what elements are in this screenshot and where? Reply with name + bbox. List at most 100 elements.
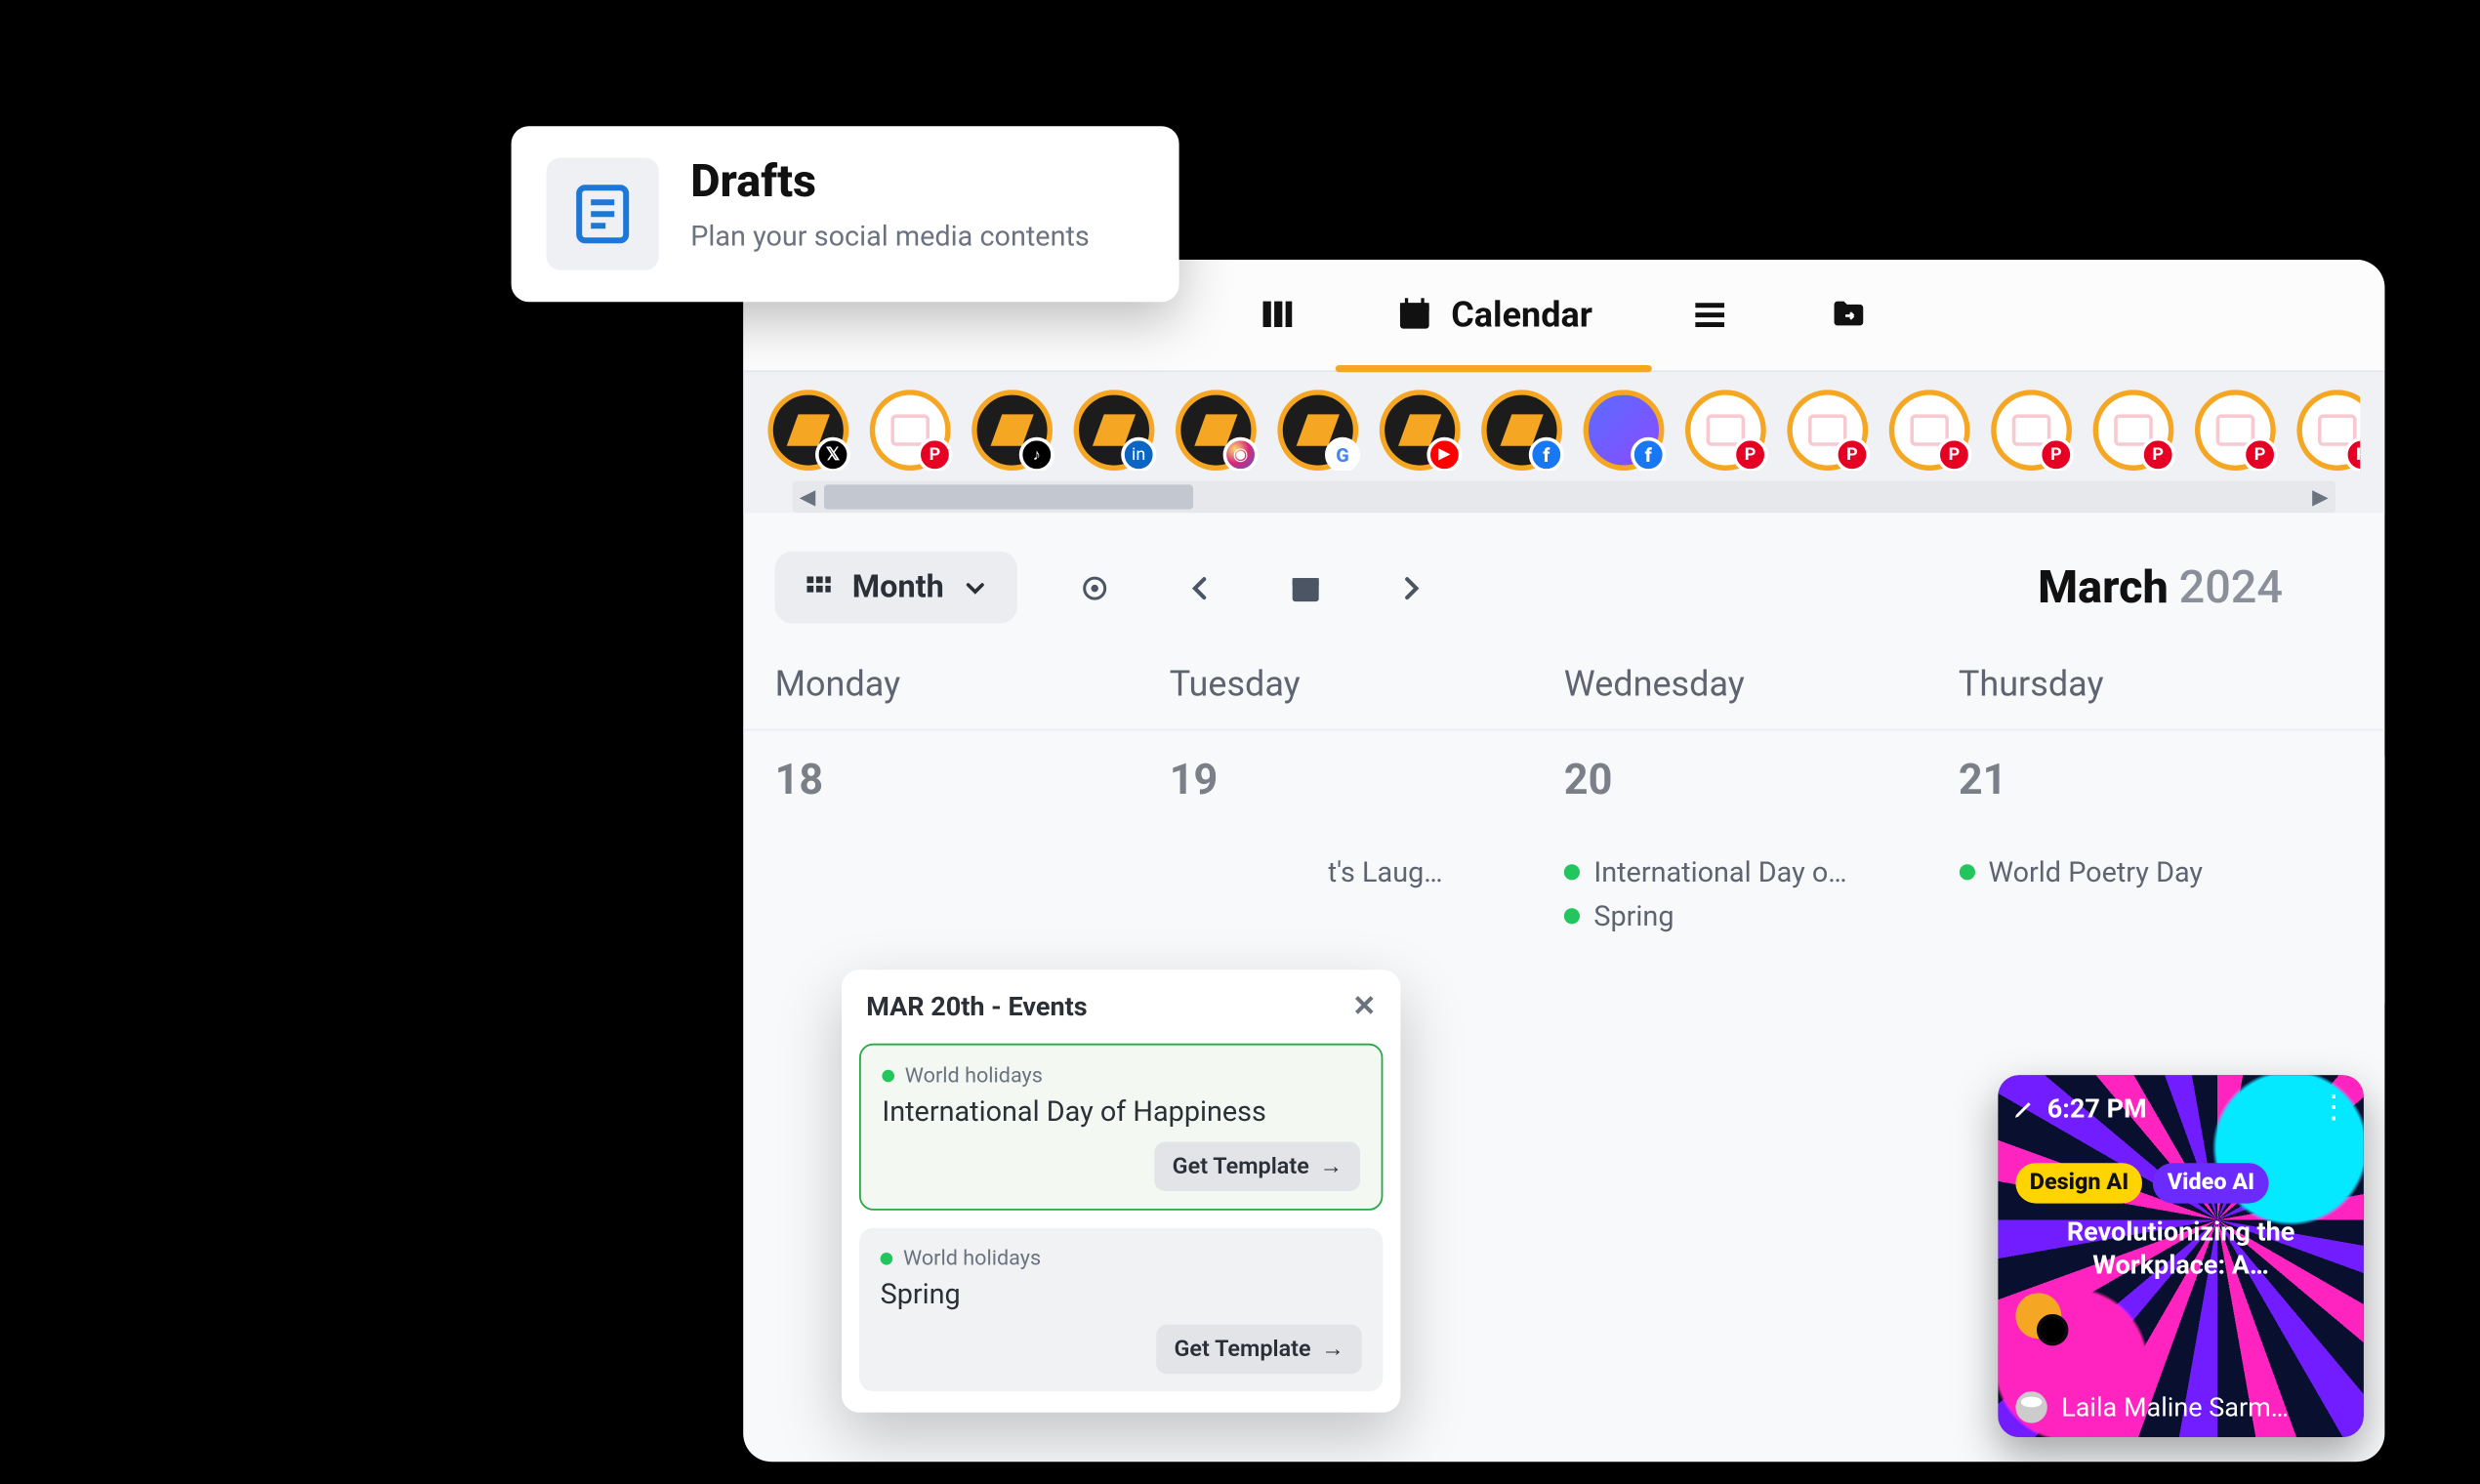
chevron-down-icon (962, 573, 990, 601)
popover-close-button[interactable]: ✕ (1352, 993, 1376, 1021)
date-num: 20 (1564, 756, 1613, 804)
today-button[interactable] (1067, 559, 1124, 616)
preview-time: 6:27 PM (2012, 1092, 2147, 1123)
event-chip[interactable]: Spring (1564, 894, 1959, 938)
prev-button[interactable] (1173, 559, 1229, 616)
date-num: 21 (1959, 756, 2007, 804)
event-chip[interactable]: International Day o… (1564, 850, 1959, 894)
account-avatar[interactable]: P (2296, 390, 2360, 471)
nav-share[interactable] (1828, 294, 1870, 336)
event-label: International Day o… (1593, 855, 1846, 888)
account-avatar[interactable]: P (1889, 390, 1970, 471)
pin-badge-icon: P (1835, 437, 1870, 471)
view-selector[interactable]: Month (775, 552, 1018, 624)
arrow-right-icon: → (1321, 1336, 1343, 1364)
event-dot-icon (1959, 864, 1974, 880)
popover-title: MAR 20th - Events (866, 991, 1087, 1022)
event-label: t's Laug… (1328, 855, 1443, 888)
account-avatar[interactable]: 𝕏 (767, 390, 848, 471)
events-popover: MAR 20th - Events ✕ World holidays Intern… (842, 969, 1400, 1413)
nav-underline (1336, 364, 1652, 371)
pin-badge-icon: P (1936, 437, 1971, 471)
preview-network-icon (2015, 1293, 2061, 1339)
event-category: World holidays (882, 1063, 1360, 1088)
account-avatar[interactable]: P (2093, 390, 2174, 471)
columns-icon (1258, 294, 1297, 333)
list-icon (1691, 294, 1730, 333)
month-label: March2024 (2038, 561, 2283, 614)
pin-badge-icon: P (2140, 437, 2175, 471)
pin-badge-icon: P (2344, 437, 2360, 471)
event-category: World holidays (881, 1246, 1362, 1270)
account-avatar[interactable]: ♪ (971, 390, 1053, 471)
account-avatar[interactable]: P (1991, 390, 2072, 471)
pin-badge-icon: P (2243, 437, 2278, 471)
preview-headline: Revolutionizing the Workplace: A… (2019, 1216, 2342, 1282)
drafts-title: Drafts (690, 158, 1090, 208)
preview-menu-button[interactable]: ⋮ (2318, 1090, 2349, 1127)
next-button[interactable] (1384, 559, 1440, 616)
accounts-scrollbar[interactable] (793, 481, 2335, 513)
preview-username: Laila Maline Sarm… (2061, 1391, 2346, 1422)
accounts-strip: 𝕏 P ♪ in ◉ G ▶ f f P P P P P P P (743, 372, 2384, 513)
account-avatar[interactable]: P (2195, 390, 2276, 471)
scrollbar-thumb[interactable] (824, 484, 1193, 509)
get-template-button[interactable]: Get Template→ (1156, 1325, 1361, 1374)
account-avatar[interactable]: P (1787, 390, 1868, 471)
date-cell-20[interactable]: 20 International Day o… Spring (1564, 730, 1959, 1257)
pin-badge-icon: P (1733, 437, 1768, 471)
nav-columns[interactable] (1258, 294, 1297, 336)
nav-list[interactable] (1691, 294, 1730, 336)
arrow-right-icon: → (1320, 1152, 1343, 1180)
nav-calendar-label: Calendar (1451, 292, 1592, 334)
event-label: World Poetry Day (1989, 855, 2204, 888)
view-label: Month (852, 569, 944, 606)
date-picker-button[interactable] (1278, 559, 1335, 616)
event-card[interactable]: World holidays International Day of Happi… (859, 1044, 1383, 1211)
pin-badge-icon: P (917, 437, 952, 471)
account-avatar[interactable]: in (1074, 390, 1155, 471)
drafts-doc-icon (547, 158, 659, 270)
date-num: 18 (775, 756, 824, 804)
accounts-row[interactable]: 𝕏 P ♪ in ◉ G ▶ f f P P P P P P P (767, 390, 2360, 471)
event-dot-icon (882, 1069, 894, 1082)
yt-badge-icon: ▶ (1426, 437, 1462, 471)
dow-tue: Tuesday (1170, 662, 1564, 704)
account-avatar[interactable]: G (1277, 390, 1358, 471)
account-avatar[interactable]: f (1481, 390, 1562, 471)
month-year: 2024 (2179, 561, 2283, 614)
event-label: Spring (1593, 899, 1674, 932)
event-dot-icon (1564, 864, 1580, 880)
g-badge-icon: G (1325, 437, 1360, 471)
calendar-toolbar: Month March2024 (743, 513, 2384, 634)
dow-thu: Thursday (1959, 662, 2353, 704)
chip-design-ai: Design AI (2015, 1163, 2142, 1203)
event-dot-icon (1564, 908, 1580, 924)
fb-badge-icon: f (1631, 437, 1666, 471)
pencil-icon (2012, 1095, 2037, 1120)
user-icon (2015, 1391, 2046, 1422)
account-avatar[interactable]: P (1685, 390, 1766, 471)
drafts-card[interactable]: Drafts Plan your social media contents (512, 126, 1179, 302)
in-badge-icon: in (1121, 437, 1156, 471)
dow-wed: Wednesday (1564, 662, 1959, 704)
day-of-week-row: Monday Tuesday Wednesday Thursday (743, 634, 2384, 730)
account-avatar[interactable]: P (870, 390, 951, 471)
account-avatar[interactable]: ▶ (1380, 390, 1461, 471)
get-template-button[interactable]: Get Template→ (1155, 1142, 1360, 1191)
event-chip[interactable]: t's Laug… (1328, 850, 1564, 894)
event-title: Spring (881, 1277, 1362, 1310)
post-preview-card[interactable]: 6:27 PM ⋮ Design AI Video AI Revolutioni… (1998, 1075, 2363, 1437)
event-title: International Day of Happiness (882, 1094, 1360, 1128)
chip-video-ai: Video AI (2153, 1163, 2268, 1203)
event-chip[interactable]: World Poetry Day (1959, 850, 2353, 894)
account-avatar[interactable]: ◉ (1176, 390, 1257, 471)
account-avatar[interactable]: f (1584, 390, 1665, 471)
drafts-subtitle: Plan your social media contents (690, 219, 1090, 255)
pin-badge-icon: P (2039, 437, 2074, 471)
tk-badge-icon: ♪ (1019, 437, 1054, 471)
nav-calendar[interactable]: Calendar (1395, 292, 1592, 338)
ig-badge-icon: ◉ (1223, 437, 1259, 471)
event-card[interactable]: World holidays Spring Get Template→ (859, 1228, 1383, 1391)
month-name: March (2038, 561, 2169, 614)
